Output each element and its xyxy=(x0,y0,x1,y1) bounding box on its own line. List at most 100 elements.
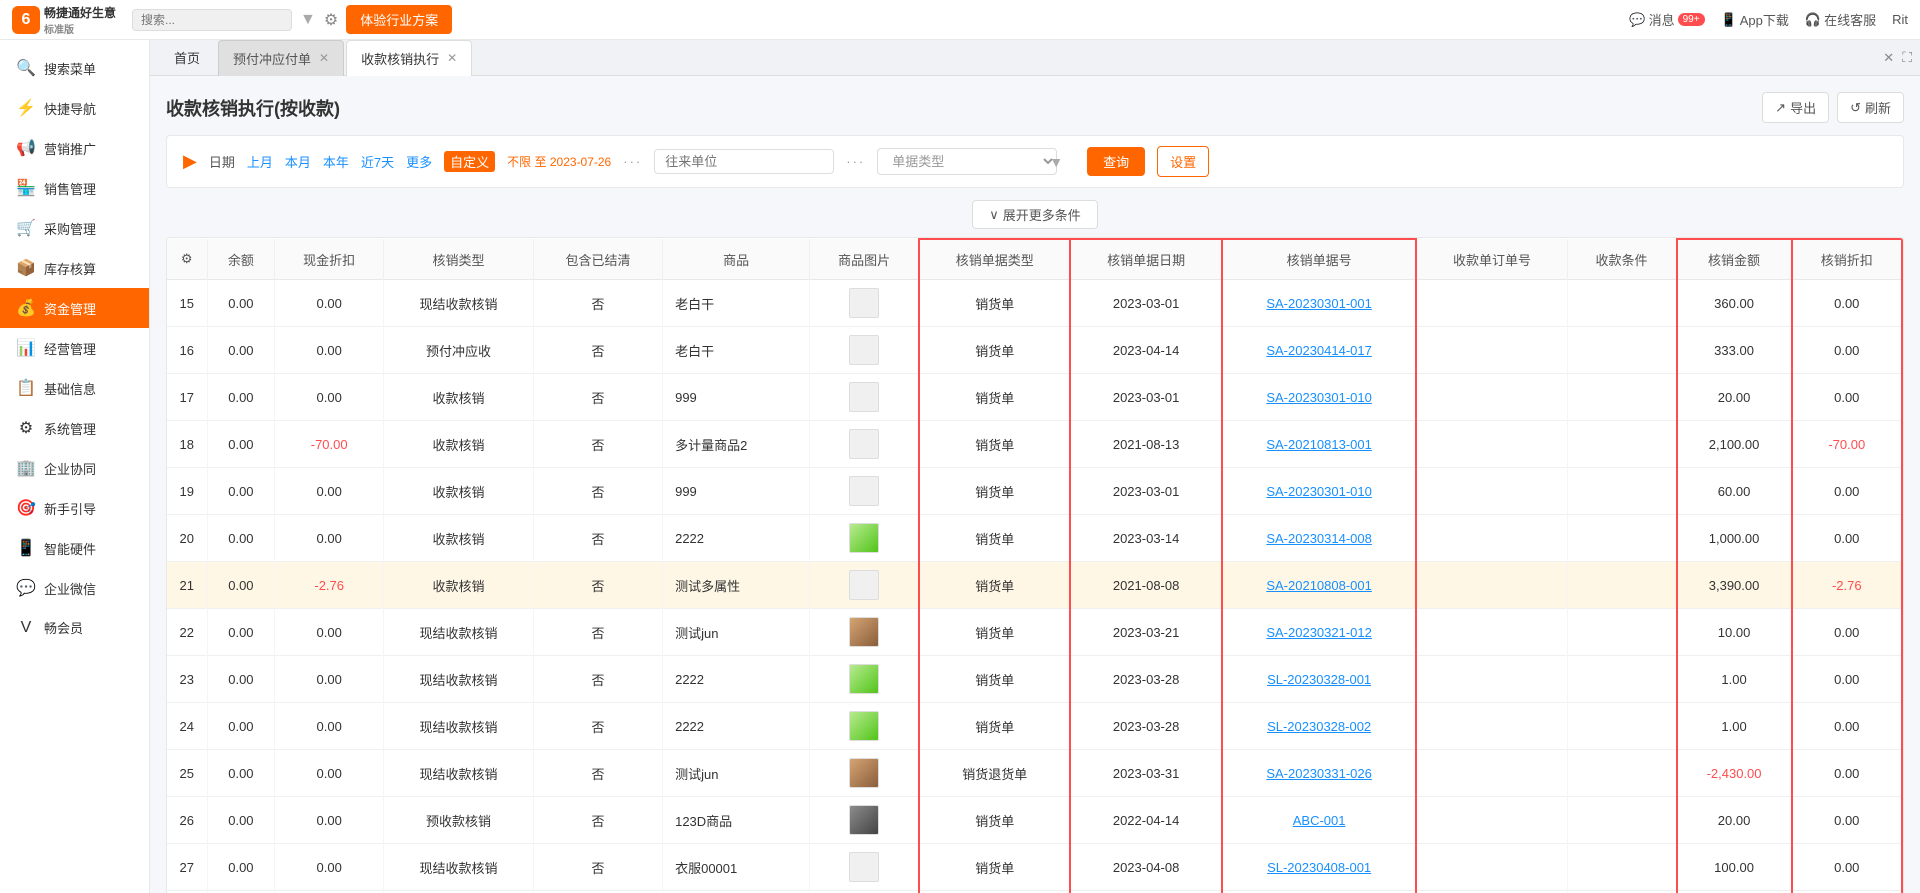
th-settings[interactable]: ⚙ xyxy=(167,239,207,280)
sidebar-item-wechat[interactable]: 💬 企业微信 xyxy=(0,568,149,608)
custom-link[interactable]: 自定义 xyxy=(444,151,495,172)
td-bill-type: 销货单 xyxy=(919,797,1070,844)
sidebar-item-inventory[interactable]: 📦 库存核算 xyxy=(0,248,149,288)
filter-row: ▶ 日期 上月 本月 本年 近7天 更多 自定义 不限 至 2023-07-26… xyxy=(183,146,1887,177)
bill-no-link[interactable]: SA-20230301-010 xyxy=(1266,484,1372,499)
partner-input[interactable] xyxy=(654,149,834,174)
tab-collection[interactable]: 收款核销执行 ✕ xyxy=(346,40,472,76)
sidebar-item-base-info[interactable]: 📋 基础信息 xyxy=(0,368,149,408)
gear-icon[interactable]: ⚙ xyxy=(324,10,338,30)
td-product-img xyxy=(810,656,920,703)
td-bill-no[interactable]: SL-20230328-002 xyxy=(1222,703,1417,750)
sidebar-item-search-menu[interactable]: 🔍 搜索菜单 xyxy=(0,48,149,88)
export-button[interactable]: ↗ 导出 xyxy=(1762,92,1829,123)
close-tab-icon[interactable]: ✕ xyxy=(1883,50,1894,66)
bill-no-link[interactable]: SA-20210813-001 xyxy=(1266,437,1372,452)
more-link[interactable]: 更多 xyxy=(406,152,432,171)
td-type: 现结收款核销 xyxy=(384,750,534,797)
sales-icon: 🏪 xyxy=(16,178,36,198)
bill-no-link[interactable]: SA-20230414-017 xyxy=(1266,343,1372,358)
td-type: 现结收款核销 xyxy=(384,280,534,327)
tab-home[interactable]: 首页 xyxy=(158,40,216,76)
sidebar-item-smart-hw[interactable]: 📱 智能硬件 xyxy=(0,528,149,568)
sidebar-item-member[interactable]: V 畅会员 xyxy=(0,608,149,647)
td-product: 2222 xyxy=(663,515,810,562)
quick-nav-icon: ⚡ xyxy=(16,98,36,118)
this-month-link[interactable]: 本月 xyxy=(285,152,311,171)
sidebar-label-system: 系统管理 xyxy=(44,419,96,438)
bill-type-select[interactable]: 单据类型 xyxy=(877,148,1057,175)
bill-no-link[interactable]: SL-20230328-001 xyxy=(1267,672,1371,687)
bill-no-link[interactable]: SA-20230331-026 xyxy=(1266,766,1372,781)
user-name[interactable]: Rit xyxy=(1892,12,1908,27)
td-bill-no[interactable]: SA-20230301-001 xyxy=(1222,280,1417,327)
sidebar-item-sales[interactable]: 🏪 销售管理 xyxy=(0,168,149,208)
sidebar-item-quick-nav[interactable]: ⚡ 快捷导航 xyxy=(0,88,149,128)
app-download-link[interactable]: 📱 App下载 xyxy=(1721,10,1789,29)
td-bill-no[interactable]: SA-20210813-001 xyxy=(1222,421,1417,468)
td-bill-no[interactable]: SA-20230414-017 xyxy=(1222,327,1417,374)
sidebar-item-purchase[interactable]: 🛒 采购管理 xyxy=(0,208,149,248)
td-bill-no[interactable]: SA-20230314-008 xyxy=(1222,515,1417,562)
td-product-img xyxy=(810,280,920,327)
bill-no-link[interactable]: SA-20210808-001 xyxy=(1266,578,1372,593)
bill-no-link[interactable]: SA-20230301-010 xyxy=(1266,390,1372,405)
td-bill-no[interactable]: SL-20230328-001 xyxy=(1222,656,1417,703)
industry-solution-button[interactable]: 体验行业方案 xyxy=(346,5,452,34)
td-balance: 0.00 xyxy=(207,468,275,515)
td-bill-no[interactable]: SA-20210808-001 xyxy=(1222,562,1417,609)
sidebar-item-enterprise[interactable]: 🏢 企业协同 xyxy=(0,448,149,488)
expand-tab-icon[interactable]: ⛶ xyxy=(1902,49,1912,66)
td-bill-date: 2023-03-01 xyxy=(1070,468,1221,515)
td-num: 19 xyxy=(167,468,207,515)
bill-no-link[interactable]: SL-20230408-001 xyxy=(1267,860,1371,875)
td-product: 测试多属性 xyxy=(663,562,810,609)
expand-icon[interactable]: ▶ xyxy=(183,151,197,172)
tab-prepay[interactable]: 预付冲应付单 ✕ xyxy=(218,40,344,76)
bill-no-link[interactable]: ABC-001 xyxy=(1293,813,1346,828)
sidebar-item-operations[interactable]: 📊 经营管理 xyxy=(0,328,149,368)
sidebar-item-marketing[interactable]: 📢 营销推广 xyxy=(0,128,149,168)
table-row: 20 0.00 0.00 收款核销 否 2222 销货单 2023-03-14 … xyxy=(167,515,1902,562)
table-row: 18 0.00 -70.00 收款核销 否 多计量商品2 销货单 2021-08… xyxy=(167,421,1902,468)
bill-no-link[interactable]: SA-20230314-008 xyxy=(1266,531,1372,546)
td-bill-no[interactable]: SA-20230301-010 xyxy=(1222,374,1417,421)
bill-no-link[interactable]: SA-20230321-012 xyxy=(1266,625,1372,640)
top-search-input[interactable] xyxy=(132,9,292,31)
sidebar-item-newbie[interactable]: 🎯 新手引导 xyxy=(0,488,149,528)
refresh-button[interactable]: ↺ 刷新 xyxy=(1837,92,1904,123)
td-discount: 0.00 xyxy=(1792,656,1902,703)
td-cash-discount: 0.00 xyxy=(275,609,384,656)
td-recv-order xyxy=(1416,280,1567,327)
query-button[interactable]: 查询 xyxy=(1087,147,1145,176)
sidebar-item-system[interactable]: ⚙ 系统管理 xyxy=(0,408,149,448)
newbie-icon: 🎯 xyxy=(16,498,36,518)
td-bill-no[interactable]: SA-20230331-026 xyxy=(1222,750,1417,797)
td-recv-cond xyxy=(1567,327,1677,374)
search-menu-icon: 🔍 xyxy=(16,58,36,78)
last-month-link[interactable]: 上月 xyxy=(247,152,273,171)
dropdown-icon[interactable]: ▼ xyxy=(300,11,316,29)
last-7-days-link[interactable]: 近7天 xyxy=(361,152,394,171)
message-area[interactable]: 💬 消息 99+ xyxy=(1629,10,1704,29)
td-bill-no[interactable]: SA-20230321-012 xyxy=(1222,609,1417,656)
td-bill-no[interactable]: SA-20230301-010 xyxy=(1222,468,1417,515)
td-product-img xyxy=(810,750,920,797)
online-service-link[interactable]: 🎧 在线客服 xyxy=(1805,10,1876,29)
product-image xyxy=(849,758,879,788)
bill-no-link[interactable]: SA-20230301-001 xyxy=(1266,296,1372,311)
page-title: 收款核销执行(按收款) xyxy=(166,95,340,121)
tab-prepay-close[interactable]: ✕ xyxy=(319,51,329,65)
td-bill-date: 2021-08-08 xyxy=(1070,562,1221,609)
td-bill-no[interactable]: SL-20230408-001 xyxy=(1222,844,1417,891)
td-recv-cond xyxy=(1567,562,1677,609)
expand-conditions-button[interactable]: ∨ 展开更多条件 xyxy=(972,200,1098,229)
td-bill-no[interactable]: ABC-001 xyxy=(1222,797,1417,844)
sidebar-item-finance[interactable]: 💰 资金管理 xyxy=(0,288,149,328)
td-amount: 1.00 xyxy=(1677,656,1792,703)
bill-no-link[interactable]: SL-20230328-002 xyxy=(1267,719,1371,734)
this-year-link[interactable]: 本年 xyxy=(323,152,349,171)
settings-filter-button[interactable]: 设置 xyxy=(1157,146,1209,177)
tab-collection-close[interactable]: ✕ xyxy=(447,51,457,65)
product-image xyxy=(849,805,879,835)
